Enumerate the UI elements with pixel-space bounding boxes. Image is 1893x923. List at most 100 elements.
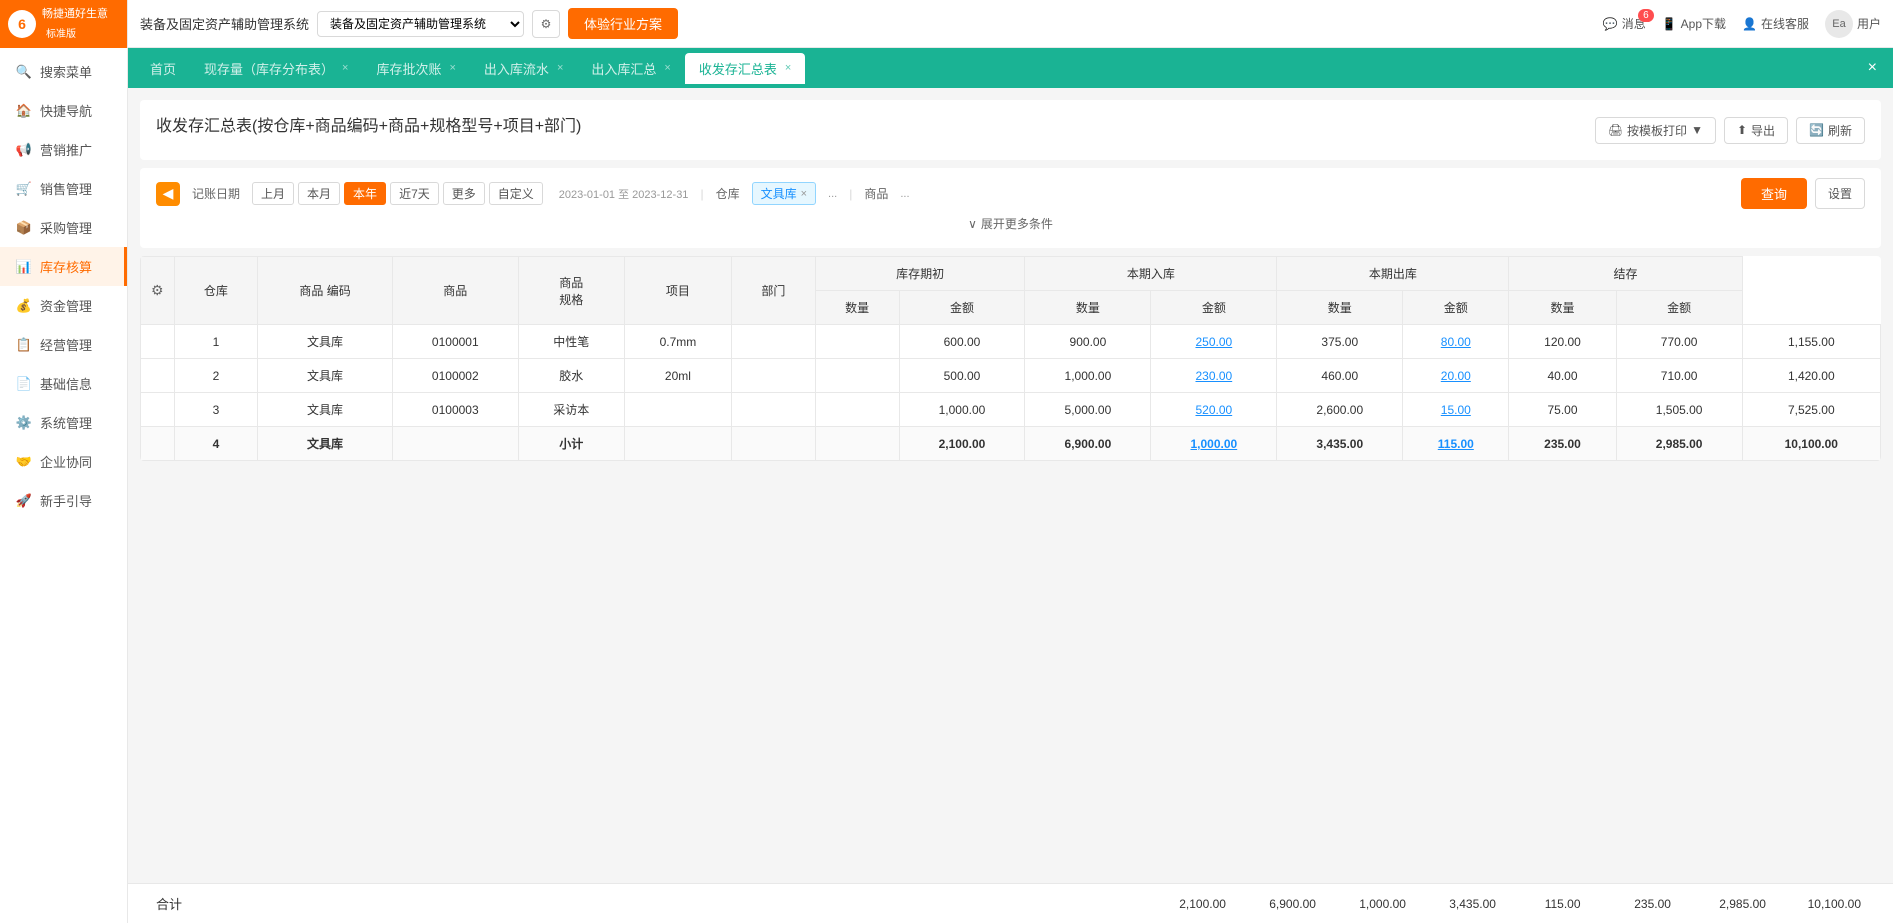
- date-btn-this-year[interactable]: 本年: [344, 182, 386, 205]
- row-settings: [141, 393, 175, 427]
- setting-button[interactable]: 设置: [1815, 178, 1865, 209]
- cell-goods-spec: 0.7mm: [624, 325, 731, 359]
- tab-batch-ledger[interactable]: 库存批次账 ×: [362, 53, 469, 84]
- th-group-out: 本期出库: [1277, 257, 1509, 291]
- warehouse-tag-remove[interactable]: ×: [801, 188, 807, 200]
- cell-in-qty-link[interactable]: 520.00: [1195, 403, 1232, 417]
- cell-out-qty[interactable]: 15.00: [1403, 393, 1509, 427]
- tab-close-icon[interactable]: ×: [785, 62, 791, 74]
- table-row: 2文具库0100002胶水20ml500.001,000.00230.00460…: [141, 359, 1881, 393]
- print-template-btn[interactable]: 🖨 按模板打印 ▼: [1595, 117, 1716, 144]
- tab-inventory-dist[interactable]: 现存量（库存分布表） ×: [190, 53, 362, 84]
- sidebar-item-purchase[interactable]: 📦 采购管理: [0, 208, 127, 247]
- th-department: 部门: [732, 257, 816, 325]
- cell-out-qty[interactable]: 115.00: [1403, 427, 1509, 461]
- query-button[interactable]: 查询: [1741, 178, 1807, 209]
- online-service-action[interactable]: 👤 在线客服: [1742, 15, 1809, 32]
- inventory-icon: 📊: [16, 259, 32, 275]
- cell-in-qty[interactable]: 520.00: [1151, 393, 1277, 427]
- sidebar-item-finance[interactable]: 💰 资金管理: [0, 286, 127, 325]
- app-download-action[interactable]: 📱 App下载: [1662, 15, 1726, 32]
- cell-in-qty-link[interactable]: 250.00: [1195, 335, 1232, 349]
- sidebar-item-label: 销售管理: [40, 179, 92, 198]
- warehouse-label: 仓库: [716, 185, 740, 202]
- cell-out-qty[interactable]: 20.00: [1403, 359, 1509, 393]
- tab-in-out-flow[interactable]: 出入库流水 ×: [470, 53, 577, 84]
- sidebar-item-operations[interactable]: 📋 经营管理: [0, 325, 127, 364]
- sidebar-item-basic[interactable]: 📄 基础信息: [0, 364, 127, 403]
- export-btn[interactable]: ⬆ 导出: [1724, 117, 1788, 144]
- messages-action[interactable]: 💬 消息 6: [1603, 15, 1646, 32]
- th-in-amt: 金额: [1151, 291, 1277, 325]
- service-icon: 👤: [1742, 17, 1757, 31]
- cell-in-amt: 2,600.00: [1277, 393, 1403, 427]
- cell-in-qty-link[interactable]: 230.00: [1195, 369, 1232, 383]
- cell-in-qty-link[interactable]: 1,000.00: [1190, 437, 1237, 451]
- tab-close-icon[interactable]: ×: [664, 62, 670, 74]
- basic-icon: 📄: [16, 376, 32, 392]
- sidebar-item-label: 企业协同: [40, 452, 92, 471]
- cell-in-qty[interactable]: 250.00: [1151, 325, 1277, 359]
- cell-out-qty-link[interactable]: 20.00: [1441, 369, 1471, 383]
- col-settings-header[interactable]: ⚙: [141, 257, 175, 325]
- cell-opening-amt: 1,000.00: [1025, 359, 1151, 393]
- table-container: ⚙ 仓库 商品 编码 商品 商品规格 项目 部门 库存期初 本期入库 本期出库 …: [140, 256, 1881, 461]
- date-btn-this-month[interactable]: 本月: [298, 182, 340, 205]
- tab-close-icon[interactable]: ×: [557, 62, 563, 74]
- user-action[interactable]: Ea 用户: [1825, 10, 1881, 38]
- sidebar-item-label: 系统管理: [40, 413, 92, 432]
- tabbar-close-all[interactable]: ×: [1860, 55, 1885, 81]
- tab-close-icon[interactable]: ×: [342, 62, 348, 74]
- goods-more[interactable]: ...: [900, 188, 909, 200]
- table-row: 1文具库0100001中性笔0.7mm600.00900.00250.00375…: [141, 325, 1881, 359]
- enterprise-icon: 🤝: [16, 454, 32, 470]
- table-row: 4文具库小计2,100.006,900.001,000.003,435.0011…: [141, 427, 1881, 461]
- system-name: 装备及固定资产辅助管理系统: [140, 14, 309, 33]
- cell-out-qty-link[interactable]: 115.00: [1438, 437, 1474, 451]
- tab-recv-send-summary[interactable]: 收发存汇总表 ×: [685, 53, 805, 84]
- footer-opening-amt: 6,900.00: [1248, 897, 1338, 911]
- cell-opening-qty: 600.00: [899, 325, 1025, 359]
- sidebar-item-inventory[interactable]: 📊 库存核算: [0, 247, 127, 286]
- warehouse-more[interactable]: ...: [828, 188, 837, 200]
- trial-button[interactable]: 体验行业方案: [568, 8, 678, 39]
- tab-in-out-summary[interactable]: 出入库汇总 ×: [577, 53, 684, 84]
- sidebar-item-guide[interactable]: 🚀 新手引导: [0, 481, 127, 520]
- date-btn-more[interactable]: 更多: [443, 182, 485, 205]
- row-settings: [141, 359, 175, 393]
- sidebar-item-label: 经营管理: [40, 335, 92, 354]
- cell-out-qty-link[interactable]: 80.00: [1441, 335, 1471, 349]
- th-group-in: 本期入库: [1025, 257, 1277, 291]
- date-btn-7days[interactable]: 近7天: [390, 182, 439, 205]
- cell-in-qty[interactable]: 1,000.00: [1151, 427, 1277, 461]
- sidebar-item-system[interactable]: ⚙️ 系统管理: [0, 403, 127, 442]
- tab-close-icon[interactable]: ×: [449, 62, 455, 74]
- page-header: 收发存汇总表(按仓库+商品编码+商品+规格型号+项目+部门) 🖨 按模板打印 ▼…: [140, 100, 1881, 160]
- cell-out-qty[interactable]: 80.00: [1403, 325, 1509, 359]
- refresh-btn[interactable]: 🔄 刷新: [1796, 117, 1865, 144]
- table-row: 3文具库0100003采访本1,000.005,000.00520.002,60…: [141, 393, 1881, 427]
- sidebar-item-label: 基础信息: [40, 374, 92, 393]
- system-selector[interactable]: 装备及固定资产辅助管理系统: [317, 11, 524, 37]
- sidebar-item-quick-nav[interactable]: 🏠 快捷导航: [0, 91, 127, 130]
- cell-out-amt: 75.00: [1509, 393, 1616, 427]
- cell-opening-qty: 2,100.00: [899, 427, 1025, 461]
- expand-more-btn[interactable]: ∨ 展开更多条件: [968, 215, 1053, 232]
- warehouse-tag: 文具库 ×: [752, 182, 816, 205]
- cell-balance-amt: 10,100.00: [1742, 427, 1880, 461]
- filter-collapse-btn[interactable]: ◀: [156, 182, 180, 206]
- th-in-qty: 数量: [1025, 291, 1151, 325]
- sidebar-item-sales[interactable]: 🛒 销售管理: [0, 169, 127, 208]
- cell-in-qty[interactable]: 230.00: [1151, 359, 1277, 393]
- date-btn-custom[interactable]: 自定义: [489, 182, 543, 205]
- tab-home[interactable]: 首页: [136, 53, 190, 84]
- settings-button[interactable]: ⚙: [532, 10, 560, 38]
- sidebar-item-enterprise[interactable]: 🤝 企业协同: [0, 442, 127, 481]
- sidebar-item-marketing[interactable]: 📢 营销推广: [0, 130, 127, 169]
- footer-total-label: 合计: [140, 894, 198, 913]
- cell-out-qty-link[interactable]: 15.00: [1441, 403, 1471, 417]
- date-btn-last-month[interactable]: 上月: [252, 182, 294, 205]
- guide-icon: 🚀: [16, 493, 32, 509]
- sidebar-item-search[interactable]: 🔍 搜索菜单: [0, 52, 127, 91]
- footer-opening-qty: 2,100.00: [1158, 897, 1248, 911]
